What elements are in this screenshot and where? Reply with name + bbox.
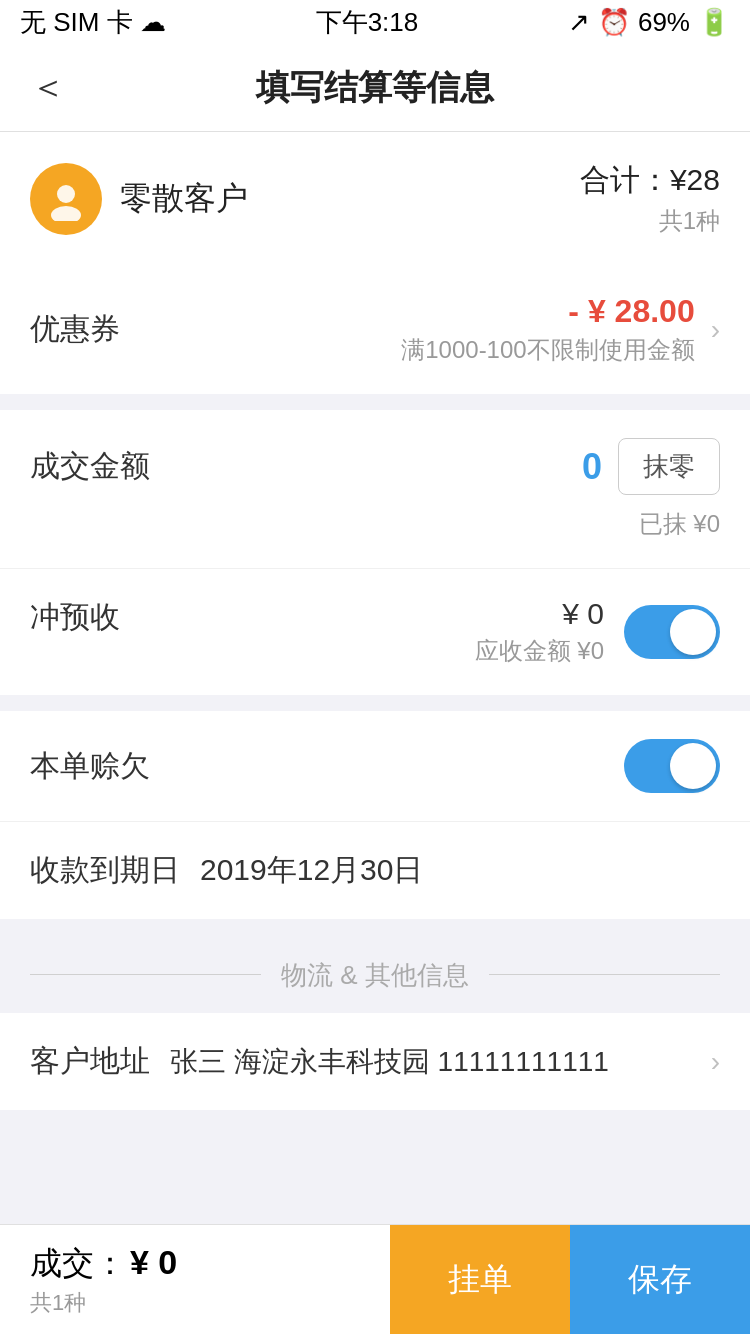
coupon-amount: - ¥ 28.00 bbox=[401, 293, 694, 330]
back-button[interactable]: ＜ bbox=[30, 63, 66, 112]
advance-toggle[interactable] bbox=[624, 605, 720, 659]
page-title: 填写结算等信息 bbox=[256, 65, 494, 111]
debt-row: 本单赊欠 bbox=[0, 711, 750, 821]
debt-section: 本单赊欠 收款到期日 2019年12月30日 bbox=[0, 711, 750, 919]
round-zero-button[interactable]: 抹零 bbox=[618, 438, 720, 495]
customer-avatar bbox=[30, 163, 102, 235]
logistics-divider: 物流 & 其他信息 bbox=[0, 935, 750, 1013]
address-label: 客户地址 bbox=[30, 1041, 150, 1082]
advance-group: ¥ 0 应收金额 ¥0 bbox=[475, 597, 604, 667]
location-icon: ↗ bbox=[568, 7, 590, 38]
debt-toggle[interactable] bbox=[624, 739, 720, 793]
coupon-row[interactable]: 优惠券 - ¥ 28.00 满1000-100不限制使用金额 › bbox=[0, 265, 750, 394]
address-chevron: › bbox=[711, 1046, 720, 1078]
svg-point-1 bbox=[51, 206, 81, 221]
due-date-row: 收款到期日 2019年12月30日 bbox=[0, 821, 750, 919]
debt-toggle-knob bbox=[670, 743, 716, 789]
summary-label: 成交： bbox=[30, 1242, 126, 1286]
deal-amount-label: 成交金额 bbox=[30, 446, 150, 487]
bottom-bar: 成交： ¥ 0 共1种 挂单 保存 bbox=[0, 1224, 750, 1334]
content-area: 零散客户 合计：¥28 共1种 优惠券 - ¥ 28.00 满1000-100不… bbox=[0, 132, 750, 1246]
advance-receivable: 应收金额 ¥0 bbox=[475, 635, 604, 667]
summary-amount: ¥ 0 bbox=[130, 1243, 177, 1282]
deal-amount-value: 0 bbox=[582, 446, 602, 488]
svg-point-0 bbox=[57, 185, 75, 203]
customer-total: 合计：¥28 bbox=[580, 160, 720, 201]
battery-label: 69% bbox=[638, 7, 690, 38]
advance-toggle-knob bbox=[670, 609, 716, 655]
advance-amount: ¥ 0 bbox=[475, 597, 604, 631]
advance-label: 冲预收 bbox=[30, 597, 150, 638]
status-right: ↗ ⏰ 69% 🔋 bbox=[568, 7, 730, 38]
coupon-chevron: › bbox=[711, 314, 720, 346]
due-date-value: 2019年12月30日 bbox=[200, 850, 423, 891]
coupon-value-right: - ¥ 28.00 满1000-100不限制使用金额 › bbox=[150, 293, 720, 366]
coupon-label: 优惠券 bbox=[30, 309, 150, 350]
coupon-value: - ¥ 28.00 满1000-100不限制使用金额 bbox=[401, 293, 694, 366]
deal-amount-row: 成交金额 0 抹零 已抹 ¥0 bbox=[0, 410, 750, 569]
coupon-section: 优惠券 - ¥ 28.00 满1000-100不限制使用金额 › bbox=[0, 265, 750, 394]
status-time: 下午3:18 bbox=[316, 5, 419, 40]
battery-icon: 🔋 bbox=[698, 7, 730, 38]
status-left: 无 SIM 卡 ☁ bbox=[20, 5, 166, 40]
alarm-icon: ⏰ bbox=[598, 7, 630, 38]
customer-right: 合计：¥28 共1种 bbox=[580, 160, 720, 237]
already-rounded-label: 已抹 ¥0 bbox=[639, 510, 720, 537]
nav-bar: ＜ 填写结算等信息 bbox=[0, 44, 750, 132]
status-bar: 无 SIM 卡 ☁ 下午3:18 ↗ ⏰ 69% 🔋 bbox=[0, 0, 750, 44]
customer-card: 零散客户 合计：¥28 共1种 bbox=[0, 132, 750, 265]
bottom-summary: 成交： ¥ 0 共1种 bbox=[0, 1225, 390, 1334]
customer-left: 零散客户 bbox=[30, 163, 248, 235]
save-button[interactable]: 保存 bbox=[570, 1225, 750, 1334]
due-date-label: 收款到期日 bbox=[30, 850, 180, 891]
summary-top: 成交： ¥ 0 bbox=[30, 1242, 360, 1286]
advance-row: 冲预收 ¥ 0 应收金额 ¥0 bbox=[0, 569, 750, 695]
customer-name: 零散客户 bbox=[120, 177, 248, 221]
hold-button[interactable]: 挂单 bbox=[390, 1225, 570, 1334]
summary-count: 共1种 bbox=[30, 1288, 360, 1318]
divider-text: 物流 & 其他信息 bbox=[261, 958, 489, 993]
customer-count: 共1种 bbox=[580, 205, 720, 237]
address-value: 张三 海淀永丰科技园 11111111111 bbox=[170, 1043, 711, 1081]
coupon-desc: 满1000-100不限制使用金额 bbox=[401, 334, 694, 366]
debt-label: 本单赊欠 bbox=[30, 746, 150, 787]
sim-wifi-label: 无 SIM 卡 ☁ bbox=[20, 5, 166, 40]
address-row[interactable]: 客户地址 张三 海淀永丰科技园 11111111111 › bbox=[0, 1013, 750, 1110]
logistics-section: 客户地址 张三 海淀永丰科技园 11111111111 › bbox=[0, 1013, 750, 1110]
deal-section: 成交金额 0 抹零 已抹 ¥0 冲预收 ¥ 0 应收金额 ¥0 bbox=[0, 410, 750, 695]
